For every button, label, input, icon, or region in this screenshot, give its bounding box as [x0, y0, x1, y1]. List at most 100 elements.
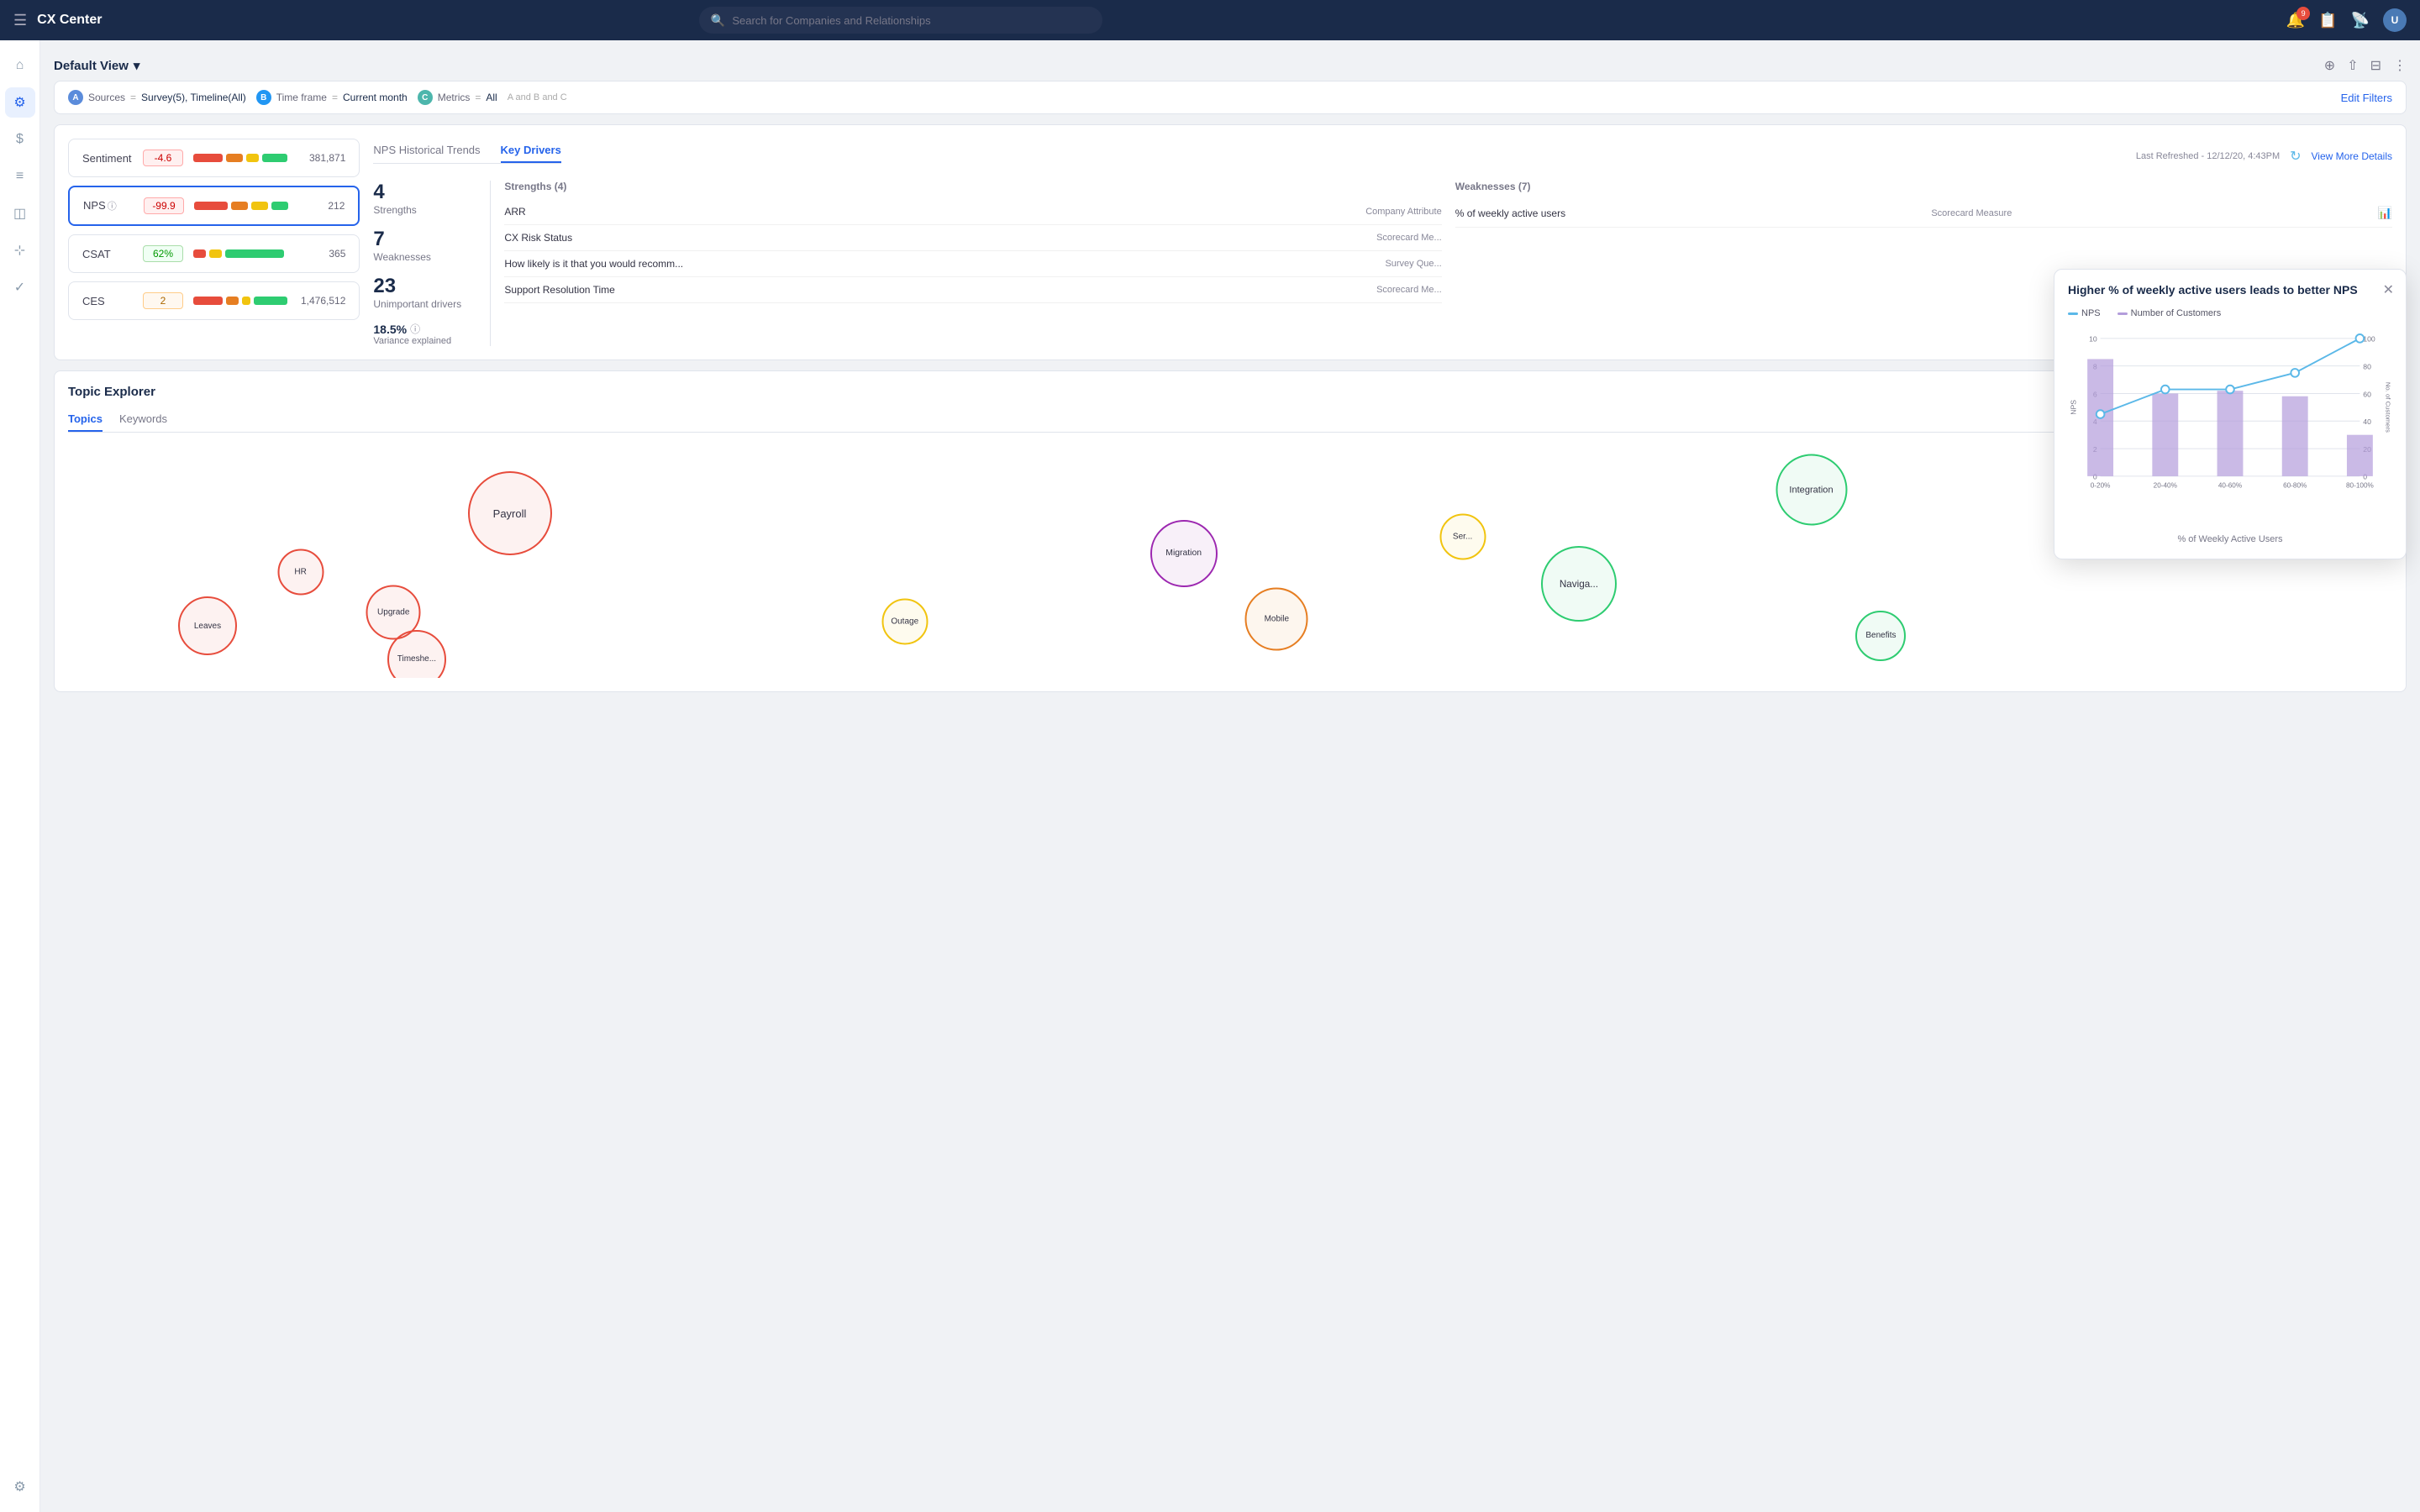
bar-segment — [225, 249, 284, 258]
menu-icon[interactable]: ☰ — [13, 12, 27, 29]
bar-segment — [246, 154, 259, 162]
info-icon[interactable]: ⓘ — [410, 322, 420, 336]
filter-a-value[interactable]: Survey(5), Timeline(All) — [141, 92, 246, 103]
filter-b: B Time frame = Current month — [256, 90, 408, 105]
view-title-label: Default View — [54, 59, 129, 73]
filters-bar: A Sources = Survey(5), Timeline(All) B T… — [54, 81, 2407, 114]
view-title-button[interactable]: Default View ▾ — [54, 58, 139, 73]
topic-bubble-migration[interactable]: Migration — [1150, 520, 1218, 587]
metric-card-ces[interactable]: CES 2 1,476,512 — [68, 281, 360, 320]
chevron-down-icon: ▾ — [134, 58, 140, 73]
sidebar-item-network[interactable]: ⊹ — [5, 235, 35, 265]
metric-count: 365 — [329, 248, 345, 260]
weaknesses-number: 7 — [373, 228, 476, 251]
strengths-column: Strengths (4) ARRCompany AttributeCX Ris… — [504, 181, 1441, 346]
topic-bubble-integration[interactable]: Integration — [1776, 454, 1847, 526]
filter-conjunction: A and B and C — [508, 92, 567, 102]
sidebar-item-settings[interactable]: ⚙ — [5, 1472, 35, 1502]
view-more-button[interactable]: View More Details — [2312, 150, 2392, 162]
app-title: CX Center — [37, 13, 102, 28]
strengths-list-item[interactable]: Support Resolution TimeScorecard Me... — [504, 277, 1441, 303]
variance-label: Variance explained — [373, 336, 476, 346]
tab-nps-historical[interactable]: NPS Historical Trends — [373, 139, 480, 163]
popup-title: Higher % of weekly active users leads to… — [2068, 283, 2392, 297]
metric-card-nps[interactable]: NPSⓘ -99.9 212 — [68, 186, 360, 226]
kd-item-name: ARR — [504, 206, 525, 218]
strengths-list-item[interactable]: CX Risk StatusScorecard Me... — [504, 225, 1441, 251]
topic-bubble-benefits[interactable]: Benefits — [1855, 611, 1906, 661]
topic-bubble-mobile[interactable]: Mobile — [1245, 588, 1308, 651]
metric-count: 212 — [328, 200, 345, 212]
filter-c-name: Metrics — [438, 92, 471, 103]
topic-bubble-leaves[interactable]: Leaves — [178, 596, 237, 655]
strengths-count-block: 4 Strengths — [373, 181, 476, 216]
topic-bubble-hr[interactable]: HR — [277, 549, 324, 596]
search-bar[interactable]: 🔍 — [699, 7, 1102, 34]
tab-keywords[interactable]: Keywords — [119, 407, 167, 432]
metric-name: CES — [82, 295, 133, 307]
svg-text:40-60%: 40-60% — [2218, 481, 2242, 489]
more-options-icon[interactable]: ⋮ — [2393, 57, 2407, 74]
refresh-icon[interactable]: ↻ — [2290, 148, 2301, 165]
svg-text:60: 60 — [2363, 390, 2371, 398]
svg-text:NPS: NPS — [2070, 400, 2078, 415]
key-drivers-summary: 4 Strengths 7 Weaknesses 23 Unimportant … — [373, 181, 491, 346]
share-circle-icon[interactable]: ⊕ — [2324, 57, 2335, 74]
sidebar-item-calendar[interactable]: ◫ — [5, 198, 35, 228]
svg-text:20-40%: 20-40% — [2154, 481, 2177, 489]
bar-segment — [262, 154, 287, 162]
nps-info-icon[interactable]: ⓘ — [108, 202, 117, 212]
metric-score: 2 — [143, 292, 183, 309]
variance-value: 18.5% — [373, 323, 407, 336]
sidebar-item-home[interactable]: ⌂ — [5, 50, 35, 81]
kd-item-type: Scorecard Measure — [1931, 208, 2012, 218]
filter-c-value[interactable]: All — [486, 92, 497, 103]
share-arrow-icon[interactable]: ⇧ — [2347, 57, 2358, 74]
metric-card-sentiment[interactable]: Sentiment -4.6 381,871 — [68, 139, 360, 177]
bookmarks-icon[interactable]: 📋 — [2318, 12, 2337, 29]
toolbar: Default View ▾ ⊕ ⇧ ⊟ ⋮ — [54, 50, 2407, 81]
topic-bubble-payroll[interactable]: Payroll — [468, 471, 552, 555]
notification-bell[interactable]: 🔔 9 — [2286, 12, 2305, 29]
svg-text:100: 100 — [2363, 335, 2375, 344]
topic-bubble-ser[interactable]: Ser... — [1439, 514, 1486, 560]
topic-bubble-naviga[interactable]: Naviga... — [1541, 546, 1617, 622]
popup-close-button[interactable]: ✕ — [2383, 281, 2394, 298]
chart-icon[interactable]: 📊 — [2378, 206, 2392, 220]
unimportant-label: Unimportant drivers — [373, 298, 476, 310]
svg-text:80-100%: 80-100% — [2346, 481, 2374, 489]
sidebar-item-revenue[interactable]: $ — [5, 124, 35, 155]
metric-score: -4.6 — [143, 150, 183, 166]
left-sidebar: ⌂ ⚙ $ ≡ ◫ ⊹ ✓ ⚙ — [0, 40, 40, 1512]
customers-legend-label: Number of Customers — [2131, 308, 2222, 318]
metric-card-csat[interactable]: CSAT 62% 365 — [68, 234, 360, 273]
filter-icon[interactable]: ⊟ — [2370, 57, 2381, 74]
bar-segment — [251, 202, 268, 210]
edit-filters-button[interactable]: Edit Filters — [2341, 92, 2392, 104]
filter-b-value[interactable]: Current month — [343, 92, 408, 103]
topic-bubble-outage[interactable]: Outage — [881, 598, 928, 644]
bar-segment — [226, 154, 243, 162]
topic-tabs: Topics Keywords — [68, 407, 2392, 433]
svg-text:10: 10 — [2089, 335, 2097, 344]
topic-bubble-timeshe[interactable]: Timeshe... — [387, 630, 446, 678]
avatar[interactable]: U — [2383, 8, 2407, 32]
sidebar-item-layers[interactable]: ≡ — [5, 161, 35, 192]
filter-a-name: Sources — [88, 92, 125, 103]
strengths-list-item[interactable]: How likely is it that you would recomm..… — [504, 251, 1441, 277]
sidebar-item-cx[interactable]: ⚙ — [5, 87, 35, 118]
chart-legend: NPS Number of Customers — [2068, 308, 2392, 318]
tab-topics[interactable]: Topics — [68, 407, 103, 432]
bar-segment — [209, 249, 222, 258]
broadcast-icon[interactable]: 📡 — [2351, 12, 2370, 29]
tab-key-drivers[interactable]: Key Drivers — [501, 139, 561, 163]
nps-legend-dot — [2068, 312, 2078, 315]
metric-score: -99.9 — [144, 197, 184, 214]
weaknesses-list-item[interactable]: % of weekly active usersScorecard Measur… — [1455, 199, 2392, 228]
search-input[interactable] — [732, 14, 1091, 27]
sidebar-item-tasks[interactable]: ✓ — [5, 272, 35, 302]
notification-badge: 9 — [2296, 7, 2310, 20]
legend-nps: NPS — [2068, 308, 2101, 318]
svg-text:80: 80 — [2363, 363, 2371, 371]
strengths-list-item[interactable]: ARRCompany Attribute — [504, 199, 1441, 225]
